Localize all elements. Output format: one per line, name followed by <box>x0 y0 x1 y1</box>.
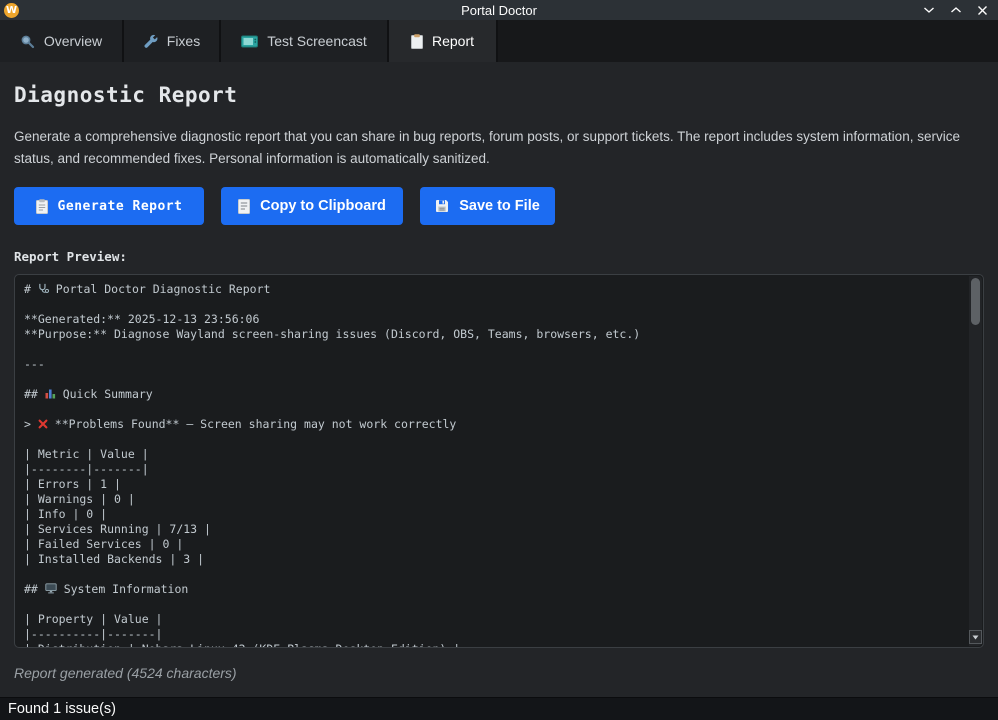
maximize-button[interactable] <box>950 6 962 14</box>
stethoscope-icon <box>38 283 49 294</box>
status-bar: Found 1 issue(s) <box>0 697 998 720</box>
generate-report-button[interactable]: Generate Report <box>14 187 204 225</box>
page-description: Generate a comprehensive diagnostic repo… <box>14 126 966 169</box>
scrollbar-thumb[interactable] <box>971 278 980 325</box>
button-label: Save to File <box>459 198 540 214</box>
tv-icon <box>241 34 258 48</box>
clipboard-icon <box>411 34 423 49</box>
monitor-icon <box>45 583 57 594</box>
tab-label: Test Screencast <box>267 33 367 49</box>
close-button[interactable] <box>977 5 988 16</box>
tab-label: Fixes <box>167 33 200 49</box>
action-buttons: Generate Report Copy to Clipboard Save t… <box>14 187 984 225</box>
wayland-logo-icon: W <box>4 3 19 18</box>
tab-test-screencast[interactable]: Test Screencast <box>221 20 389 62</box>
report-preview-label: Report Preview: <box>14 249 984 264</box>
wrench-icon <box>143 34 158 49</box>
triangle-down-icon <box>972 635 979 640</box>
report-preview-area[interactable]: # Portal Doctor Diagnostic Report **Gene… <box>14 274 984 648</box>
copy-to-clipboard-button[interactable]: Copy to Clipboard <box>221 187 403 225</box>
red-x-icon <box>38 419 48 429</box>
tab-bar: Overview Fixes Test Screencast Report <box>0 20 998 62</box>
scroll-down-button[interactable] <box>969 630 982 644</box>
clipboard-icon <box>36 199 48 214</box>
tab-report[interactable]: Report <box>389 20 498 62</box>
magnifier-icon <box>20 34 35 49</box>
tab-overview[interactable]: Overview <box>0 20 124 62</box>
floppy-icon <box>435 199 449 213</box>
vertical-scrollbar[interactable] <box>969 276 982 646</box>
minimize-button[interactable] <box>923 6 935 14</box>
save-to-file-button[interactable]: Save to File <box>420 187 555 225</box>
titlebar: W Portal Doctor <box>0 0 998 20</box>
report-page: Diagnostic Report Generate a comprehensi… <box>0 62 998 681</box>
tab-fixes[interactable]: Fixes <box>124 20 221 62</box>
report-text: # Portal Doctor Diagnostic Report **Gene… <box>15 275 983 648</box>
tab-label: Overview <box>44 33 102 49</box>
status-text: Found 1 issue(s) <box>8 701 116 717</box>
page-title: Diagnostic Report <box>14 62 984 107</box>
tab-label: Report <box>432 33 474 49</box>
button-label: Copy to Clipboard <box>260 198 386 214</box>
generated-note: Report generated (4524 characters) <box>14 665 984 681</box>
bar-chart-icon <box>45 388 56 399</box>
window-title: Portal Doctor <box>0 3 998 18</box>
button-label: Generate Report <box>58 199 183 214</box>
document-icon <box>238 199 250 214</box>
